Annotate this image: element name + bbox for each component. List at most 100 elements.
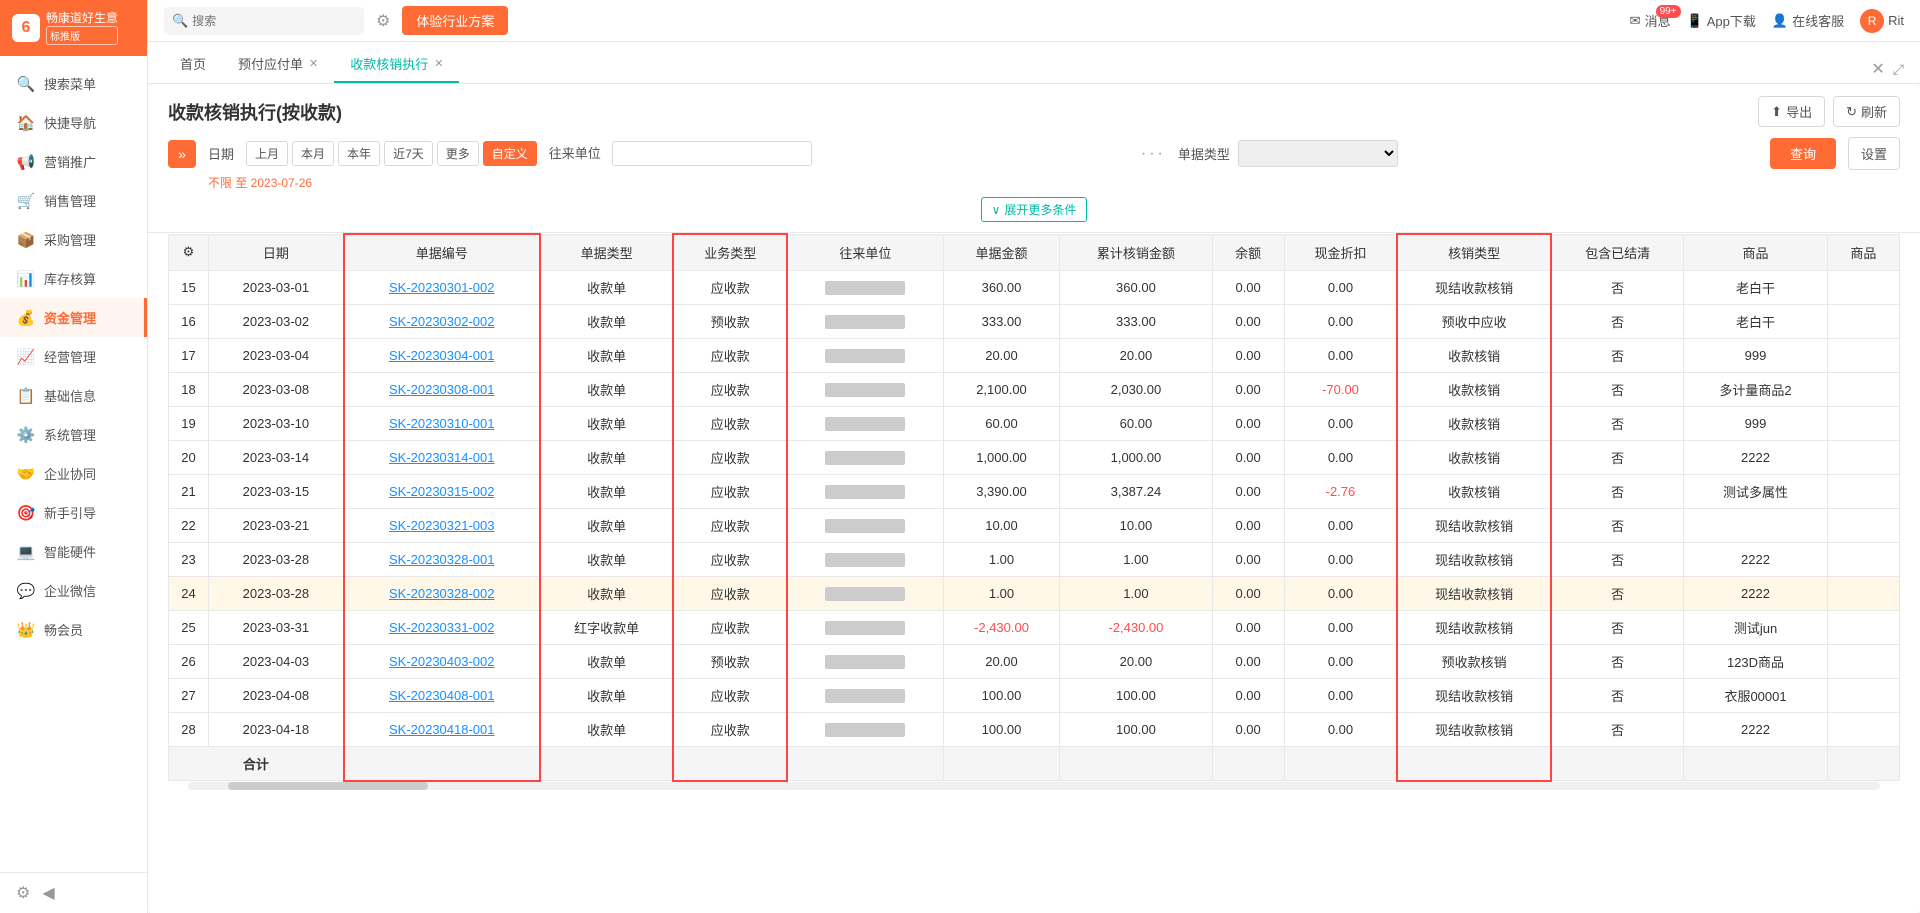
cell-discount: 0.00 <box>1284 679 1397 713</box>
double-arrow-icon: » <box>178 146 186 162</box>
prepay-tab-close[interactable]: ✕ <box>309 57 318 70</box>
user-avatar[interactable]: R Rit <box>1860 9 1904 33</box>
cell-goods <box>1684 509 1827 543</box>
sidebar-item-marketing[interactable]: 📢 营销推广 <box>0 142 147 181</box>
order-link[interactable]: SK-20230328-002 <box>389 586 495 601</box>
table-wrapper[interactable]: ⚙ 日期 单据编号 单据类型 业务类型 往来单位 单据金额 累计核销金额 余额 … <box>148 233 1920 913</box>
cell-cum-amount: 60.00 <box>1060 407 1212 441</box>
sidebar-item-system[interactable]: ⚙️ 系统管理 <box>0 415 147 454</box>
this-month-btn[interactable]: 本月 <box>292 141 334 166</box>
solution-button[interactable]: 体验行业方案 <box>402 6 508 35</box>
app-download-button[interactable]: 📱 App下载 <box>1687 11 1756 30</box>
table-header-row: ⚙ 日期 单据编号 单据类型 业务类型 往来单位 单据金额 累计核销金额 余额 … <box>169 234 1900 271</box>
unit-input[interactable] <box>612 141 812 166</box>
topbar-search-input[interactable] <box>192 14 356 28</box>
cell-doc-type: 收款单 <box>540 577 674 611</box>
cell-cum-amount: 2,030.00 <box>1060 373 1212 407</box>
message-button[interactable]: ✉ 消息 99+ <box>1630 11 1671 30</box>
cell-biz-type: 应收款 <box>673 407 787 441</box>
refresh-button[interactable]: ↻ 刷新 <box>1833 96 1900 127</box>
th-incl-settled: 包含已结清 <box>1551 234 1684 271</box>
sidebar-item-operations[interactable]: 📈 经营管理 <box>0 337 147 376</box>
cell-goods: 多计量商品2 <box>1684 373 1827 407</box>
order-link[interactable]: SK-20230403-002 <box>389 654 495 669</box>
tab-prepay[interactable]: 预付应付单 ✕ <box>222 46 334 83</box>
cell-amount: 60.00 <box>943 407 1060 441</box>
sidebar-item-sales[interactable]: 🛒 销售管理 <box>0 181 147 220</box>
cell-discount: 0.00 <box>1284 645 1397 679</box>
order-link[interactable]: SK-20230304-001 <box>389 348 495 363</box>
cell-discount: 0.00 <box>1284 271 1397 305</box>
cell-settle-type: 现结收款核销 <box>1397 271 1551 305</box>
order-link[interactable]: SK-20230302-002 <box>389 314 495 329</box>
cell-date: 2023-04-03 <box>209 645 344 679</box>
settings-icon[interactable]: ⚙ <box>16 883 30 903</box>
more-filters-dots[interactable]: ··· <box>1141 145 1166 163</box>
cell-goods2 <box>1827 407 1899 441</box>
cell-amount: 20.00 <box>943 645 1060 679</box>
setting-button[interactable]: 设置 <box>1848 137 1900 170</box>
table-row: 20 2023-03-14 SK-20230314-001 收款单 应收款 1,… <box>169 441 1900 475</box>
order-link[interactable]: SK-20230301-002 <box>389 280 495 295</box>
cell-amount: 2,100.00 <box>943 373 1060 407</box>
cell-order-no: SK-20230301-002 <box>344 271 540 305</box>
tab-collection[interactable]: 收款核销执行 ✕ <box>334 46 459 83</box>
order-link[interactable]: SK-20230408-001 <box>389 688 495 703</box>
close-window-icon[interactable]: ✕ <box>1871 59 1884 79</box>
cell-cum-amount: -2,430.00 <box>1060 611 1212 645</box>
last-month-btn[interactable]: 上月 <box>246 141 288 166</box>
sidebar-item-hardware[interactable]: 💻 智能硬件 <box>0 532 147 571</box>
filter-toggle[interactable]: » <box>168 140 196 168</box>
order-link[interactable]: SK-20230314-001 <box>389 450 495 465</box>
more-date-btn[interactable]: 更多 <box>437 141 479 166</box>
sidebar-item-quicknav[interactable]: 🏠 快捷导航 <box>0 103 147 142</box>
query-button[interactable]: 查询 <box>1770 138 1836 169</box>
sidebar-item-guide[interactable]: 🎯 新手引导 <box>0 493 147 532</box>
sidebar-item-wechat[interactable]: 💬 企业微信 <box>0 571 147 610</box>
sidebar-item-cooperation[interactable]: 🤝 企业协同 <box>0 454 147 493</box>
order-link[interactable]: SK-20230321-003 <box>389 518 495 533</box>
doc-type-select[interactable] <box>1238 140 1398 167</box>
collapse-icon[interactable]: ◀ <box>42 883 54 903</box>
order-link[interactable]: SK-20230418-001 <box>389 722 495 737</box>
th-gear[interactable]: ⚙ <box>169 234 209 271</box>
this-year-btn[interactable]: 本年 <box>338 141 380 166</box>
tab-home[interactable]: 首页 <box>164 46 222 83</box>
horizontal-scrollbar[interactable] <box>188 782 1880 790</box>
sidebar-item-member[interactable]: 👑 畅会员 <box>0 610 147 649</box>
order-link[interactable]: SK-20230328-001 <box>389 552 495 567</box>
th-goods: 商品 <box>1684 234 1827 271</box>
cell-date: 2023-03-15 <box>209 475 344 509</box>
main-content: 🔍 ⚙ 体验行业方案 ✉ 消息 99+ 📱 App下载 👤 在线客服 R Rit <box>148 0 1920 913</box>
order-link[interactable]: SK-20230315-002 <box>389 484 495 499</box>
filter-row: » 日期 上月 本月 本年 近7天 更多 自定义 往来单位 ··· 单据类型 <box>168 137 1900 170</box>
service-button[interactable]: 👤 在线客服 <box>1772 11 1844 30</box>
expand-more-btn[interactable]: ∨ 展开更多条件 <box>981 197 1088 222</box>
sidebar-item-purchase[interactable]: 📦 采购管理 <box>0 220 147 259</box>
last7-btn[interactable]: 近7天 <box>384 141 433 166</box>
topbar-gear-icon[interactable]: ⚙ <box>376 11 390 31</box>
sidebar-item-finance[interactable]: 💰 资金管理 <box>0 298 147 337</box>
custom-date-btn[interactable]: 自定义 <box>483 141 537 166</box>
scrollbar-thumb[interactable] <box>228 782 428 790</box>
maximize-icon[interactable]: ⤢ <box>1893 61 1904 78</box>
sidebar-item-basic[interactable]: 📋 基础信息 <box>0 376 147 415</box>
cell-order-no: SK-20230310-001 <box>344 407 540 441</box>
sidebar-item-search[interactable]: 🔍 搜索菜单 <box>0 64 147 103</box>
export-button[interactable]: ⬆ 导出 <box>1758 96 1825 127</box>
cell-goods2 <box>1827 577 1899 611</box>
sidebar-item-stock[interactable]: 📊 库存核算 <box>0 259 147 298</box>
order-link[interactable]: SK-20230331-002 <box>389 620 495 635</box>
order-link[interactable]: SK-20230308-001 <box>389 382 495 397</box>
cell-unit <box>787 339 943 373</box>
topbar: 🔍 ⚙ 体验行业方案 ✉ 消息 99+ 📱 App下载 👤 在线客服 R Rit <box>148 0 1920 42</box>
stock-icon: 📊 <box>16 270 36 288</box>
cell-balance: 0.00 <box>1212 509 1284 543</box>
cell-order-no: SK-20230408-001 <box>344 679 540 713</box>
order-link[interactable]: SK-20230310-001 <box>389 416 495 431</box>
cell-no: 27 <box>169 679 209 713</box>
cell-date: 2023-03-14 <box>209 441 344 475</box>
topbar-search-box: 🔍 <box>164 7 364 35</box>
collection-tab-close[interactable]: ✕ <box>434 57 443 70</box>
cell-amount: 20.00 <box>943 339 1060 373</box>
